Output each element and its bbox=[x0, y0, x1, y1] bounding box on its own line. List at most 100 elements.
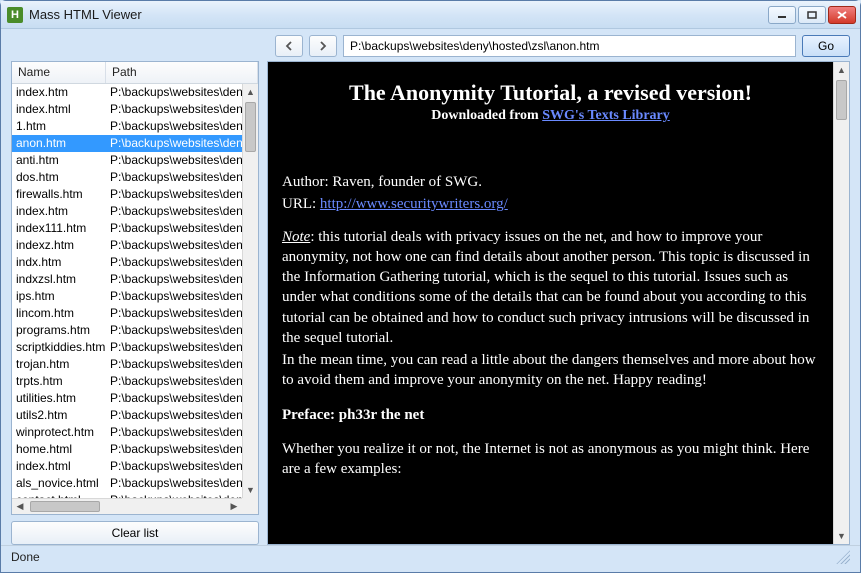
list-item[interactable]: home.htmlP:\backups\websites\deny bbox=[12, 441, 242, 458]
list-item-name: index.htm bbox=[12, 203, 106, 220]
list-item[interactable]: index.htmlP:\backups\websites\deny bbox=[12, 101, 242, 118]
list-item-name: utils2.htm bbox=[12, 407, 106, 424]
list-item[interactable]: firewalls.htmP:\backups\websites\deny bbox=[12, 186, 242, 203]
list-item[interactable]: als_novice.htmlP:\backups\websites\deny bbox=[12, 475, 242, 492]
preface-heading: Preface: ph33r the net bbox=[282, 405, 819, 425]
list-item-path: P:\backups\websites\deny bbox=[106, 441, 242, 458]
list-vertical-scrollbar[interactable]: ▲ ▼ bbox=[242, 84, 258, 498]
scroll-thumb[interactable] bbox=[836, 80, 847, 120]
list-item[interactable]: ips.htmP:\backups\websites\deny bbox=[12, 288, 242, 305]
list-item[interactable]: anti.htmP:\backups\websites\deny bbox=[12, 152, 242, 169]
list-item-path: P:\backups\websites\deny bbox=[106, 237, 242, 254]
list-item-name: trpts.htm bbox=[12, 373, 106, 390]
scroll-down-icon[interactable]: ▼ bbox=[243, 482, 258, 498]
list-item-name: anti.htm bbox=[12, 152, 106, 169]
list-item[interactable]: programs.htmP:\backups\websites\deny bbox=[12, 322, 242, 339]
maximize-button[interactable] bbox=[798, 6, 826, 24]
file-list[interactable]: Name Path index.htmP:\backups\websites\d… bbox=[11, 61, 259, 515]
content-url-link[interactable]: http://www.securitywriters.org/ bbox=[320, 196, 508, 212]
list-item-path: P:\backups\websites\deny bbox=[106, 407, 242, 424]
scroll-thumb[interactable] bbox=[245, 102, 256, 152]
download-link[interactable]: SWG's Texts Library bbox=[542, 108, 670, 123]
meantime-paragraph: In the mean time, you can read a little … bbox=[282, 350, 819, 391]
list-item[interactable]: 1.htmP:\backups\websites\deny bbox=[12, 118, 242, 135]
list-item-name: firewalls.htm bbox=[12, 186, 106, 203]
status-text: Done bbox=[11, 550, 40, 564]
list-item-path: P:\backups\websites\deny bbox=[106, 254, 242, 271]
list-item[interactable]: utils2.htmP:\backups\websites\deny bbox=[12, 407, 242, 424]
list-item-path: P:\backups\websites\deny bbox=[106, 458, 242, 475]
list-item[interactable]: index.htmP:\backups\websites\deny bbox=[12, 84, 242, 101]
list-item-name: ips.htm bbox=[12, 288, 106, 305]
scroll-left-icon[interactable]: ◀ bbox=[12, 499, 28, 514]
html-viewer: The Anonymity Tutorial, a revised versio… bbox=[267, 61, 850, 545]
statusbar: Done bbox=[1, 545, 860, 567]
list-item[interactable]: anon.htmP:\backups\websites\deny bbox=[12, 135, 242, 152]
list-item-path: P:\backups\websites\deny bbox=[106, 84, 242, 101]
viewer-vertical-scrollbar[interactable]: ▲ ▼ bbox=[833, 62, 849, 544]
window-title: Mass HTML Viewer bbox=[29, 7, 768, 22]
address-input[interactable] bbox=[343, 35, 796, 57]
resize-grip[interactable] bbox=[836, 550, 850, 564]
list-item-path: P:\backups\websites\deny bbox=[106, 373, 242, 390]
list-item-path: P:\backups\websites\deny bbox=[106, 305, 242, 322]
list-item[interactable]: winprotect.htmP:\backups\websites\deny bbox=[12, 424, 242, 441]
url-line: URL: http://www.securitywriters.org/ bbox=[282, 194, 819, 214]
list-item-name: anon.htm bbox=[12, 135, 106, 152]
toolbar: Go bbox=[1, 29, 860, 61]
list-item-name: index.html bbox=[12, 458, 106, 475]
column-path[interactable]: Path bbox=[106, 62, 258, 83]
close-button[interactable] bbox=[828, 6, 856, 24]
list-item-name: lincom.htm bbox=[12, 305, 106, 322]
list-item[interactable]: indxzsl.htmP:\backups\websites\deny bbox=[12, 271, 242, 288]
scroll-down-icon[interactable]: ▼ bbox=[834, 528, 849, 544]
list-item-path: P:\backups\websites\deny bbox=[106, 322, 242, 339]
list-item[interactable]: indexz.htmP:\backups\websites\deny bbox=[12, 237, 242, 254]
scroll-up-icon[interactable]: ▲ bbox=[243, 84, 258, 100]
list-item-path: P:\backups\websites\deny bbox=[106, 118, 242, 135]
scroll-thumb[interactable] bbox=[30, 501, 100, 512]
nav-back-button[interactable] bbox=[275, 35, 303, 57]
list-item-path: P:\backups\websites\deny bbox=[106, 203, 242, 220]
list-item-name: index.htm bbox=[12, 84, 106, 101]
list-item-name: scriptkiddies.htm bbox=[12, 339, 106, 356]
content-title: The Anonymity Tutorial, a revised versio… bbox=[282, 80, 819, 106]
column-name[interactable]: Name bbox=[12, 62, 106, 83]
go-button[interactable]: Go bbox=[802, 35, 850, 57]
list-item-name: indexz.htm bbox=[12, 237, 106, 254]
window-controls bbox=[768, 6, 856, 24]
list-item-name: index111.htm bbox=[12, 220, 106, 237]
scroll-up-icon[interactable]: ▲ bbox=[834, 62, 849, 78]
clear-list-button[interactable]: Clear list bbox=[11, 521, 259, 545]
list-item-path: P:\backups\websites\deny bbox=[106, 220, 242, 237]
list-item-path: P:\backups\websites\deny bbox=[106, 101, 242, 118]
list-item-path: P:\backups\websites\deny bbox=[106, 186, 242, 203]
list-item[interactable]: utilities.htmP:\backups\websites\deny bbox=[12, 390, 242, 407]
scroll-right-icon[interactable]: ▶ bbox=[226, 499, 242, 514]
list-item[interactable]: index111.htmP:\backups\websites\deny bbox=[12, 220, 242, 237]
minimize-button[interactable] bbox=[768, 6, 796, 24]
list-item[interactable]: dos.htmP:\backups\websites\deny bbox=[12, 169, 242, 186]
list-item[interactable]: index.htmP:\backups\websites\deny bbox=[12, 203, 242, 220]
titlebar: H Mass HTML Viewer bbox=[1, 1, 860, 29]
list-horizontal-scrollbar[interactable]: ◀ ▶ bbox=[12, 498, 242, 514]
list-item-path: P:\backups\websites\deny bbox=[106, 288, 242, 305]
list-item-path: P:\backups\websites\deny bbox=[106, 390, 242, 407]
list-item-name: programs.htm bbox=[12, 322, 106, 339]
note-paragraph: Note: this tutorial deals with privacy i… bbox=[282, 227, 819, 349]
list-item[interactable]: scriptkiddies.htmP:\backups\websites\den… bbox=[12, 339, 242, 356]
list-item[interactable]: lincom.htmP:\backups\websites\deny bbox=[12, 305, 242, 322]
list-item-name: dos.htm bbox=[12, 169, 106, 186]
list-item-name: indxzsl.htm bbox=[12, 271, 106, 288]
list-item[interactable]: trpts.htmP:\backups\websites\deny bbox=[12, 373, 242, 390]
list-item[interactable]: trojan.htmP:\backups\websites\deny bbox=[12, 356, 242, 373]
list-item[interactable]: indx.htmP:\backups\websites\deny bbox=[12, 254, 242, 271]
list-item-name: trojan.htm bbox=[12, 356, 106, 373]
nav-forward-button[interactable] bbox=[309, 35, 337, 57]
list-item-path: P:\backups\websites\deny bbox=[106, 152, 242, 169]
intro-paragraph: Whether you realize it or not, the Inter… bbox=[282, 439, 819, 480]
list-item[interactable]: index.htmlP:\backups\websites\deny bbox=[12, 458, 242, 475]
list-item-path: P:\backups\websites\deny bbox=[106, 135, 242, 152]
list-item-path: P:\backups\websites\deny bbox=[106, 169, 242, 186]
list-item-name: 1.htm bbox=[12, 118, 106, 135]
